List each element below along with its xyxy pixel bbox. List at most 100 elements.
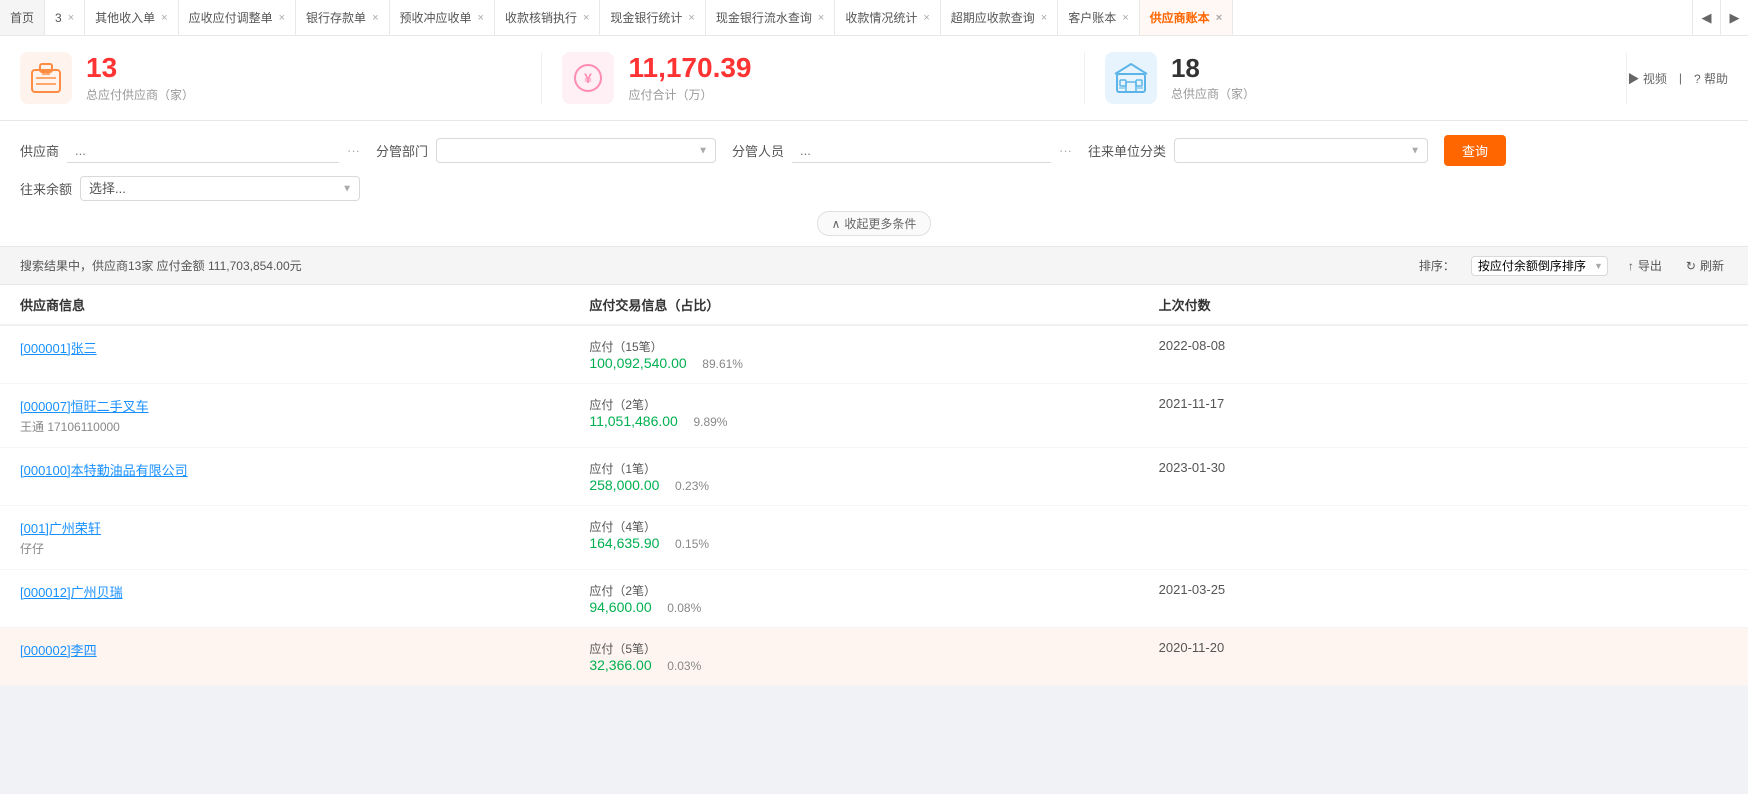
export-button[interactable]: ↑ 导出 xyxy=(1624,255,1666,276)
nav-tab-3[interactable]: 3 × xyxy=(45,0,85,36)
play-icon: ▶ xyxy=(1627,72,1639,86)
nav-tab-cash-bank-stat-close[interactable]: × xyxy=(688,12,694,24)
nav-tab-supplier-account[interactable]: 供应商账本 × xyxy=(1140,0,1233,36)
tx-label-001: 应付（4笔） xyxy=(589,518,1158,535)
nav-tab-supplier-account-close[interactable]: × xyxy=(1216,12,1222,24)
stat-number-ap-suppliers: 13 xyxy=(86,54,194,82)
supplier-link-000012[interactable]: [000012]广州贝瑞 xyxy=(20,585,123,600)
last-pay-date-000012: 2021-03-25 xyxy=(1159,582,1226,597)
table-row: [001]广州荣轩 仔仔 应付（4笔） 164,635.90 0.15% xyxy=(0,506,1748,570)
supplier-dots-icon[interactable]: ··· xyxy=(347,143,360,158)
nav-tab-other-income[interactable]: 其他收入单 × xyxy=(85,0,178,36)
tx-amount-000007: 11,051,486.00 xyxy=(589,413,678,429)
nav-tab-cash-bank-flow-close[interactable]: × xyxy=(818,12,824,24)
sort-label: 排序： xyxy=(1419,257,1455,274)
th-supplier-info: 供应商信息 xyxy=(20,295,589,314)
nav-tab-overdue-close[interactable]: × xyxy=(1041,12,1047,24)
tx-amount-row-000002: 32,366.00 0.03% xyxy=(589,657,1158,673)
table-row: [000001]张三 应付（15笔） 100,092,540.00 89.61%… xyxy=(0,326,1748,384)
person-dots-icon[interactable]: ··· xyxy=(1059,143,1072,158)
supplier-link-000100[interactable]: [000100]本特勤油品有限公司 xyxy=(20,463,188,478)
filter-area: 供应商 ··· 分管部门 分管人员 ··· 往来单位分类 xyxy=(0,121,1748,247)
stat-label-ap-amount: 应付合计（万） xyxy=(628,86,751,103)
nav-tab-cash-bank-flow[interactable]: 现金银行流水查询 × xyxy=(706,0,835,36)
filter-item-balance: 往来余额 选择... xyxy=(20,176,360,201)
help-link[interactable]: ? 帮助 xyxy=(1694,70,1728,87)
nav-tab-bank-deposit[interactable]: 银行存款单 × xyxy=(296,0,389,36)
nav-tab-collection-exec-close[interactable]: × xyxy=(583,12,589,24)
stat-label-total-suppliers: 总供应商（家） xyxy=(1171,85,1255,102)
stat-number-total-suppliers: 18 xyxy=(1171,55,1255,81)
search-button[interactable]: 查询 xyxy=(1444,135,1506,166)
nav-tab-collection-stat[interactable]: 收款情况统计 × xyxy=(835,0,940,36)
supplier-link-000002[interactable]: [000002]李四 xyxy=(20,643,97,658)
stat-number-ap-amount: 11,170.39 xyxy=(628,54,751,82)
nav-tab-ap-adjust[interactable]: 应收应付调整单 × xyxy=(179,0,296,36)
nav-tab-other-income-label: 其他收入单 xyxy=(95,9,155,26)
refresh-icon: ↻ xyxy=(1686,259,1696,273)
video-link[interactable]: ▶ 视频 xyxy=(1627,70,1666,87)
nav-tab-collection-exec[interactable]: 收款核销执行 × xyxy=(495,0,600,36)
supplier-filter-input[interactable] xyxy=(67,139,339,163)
supplier-link-000007[interactable]: [000007]恒旺二手叉车 xyxy=(20,399,149,414)
store-icon xyxy=(1113,60,1149,96)
sort-select[interactable]: 按应付余额倒序排序 按应付余额正序排序 按名称排序 xyxy=(1471,256,1608,276)
tx-label-000007: 应付（2笔） xyxy=(589,396,1158,413)
tx-amount-000012: 94,600.00 xyxy=(589,599,651,615)
nav-tab-collection-stat-close[interactable]: × xyxy=(923,12,929,24)
nav-tab-home-label: 首页 xyxy=(10,9,34,26)
dept-select-wrapper xyxy=(436,138,716,163)
nav-prev-arrow[interactable]: ◀ xyxy=(1692,0,1720,36)
collapse-label: 收起更多条件 xyxy=(844,215,916,232)
tx-cell-000100: 应付（1笔） 258,000.00 0.23% xyxy=(589,460,1158,493)
stat-info-ap-amount: 11,170.39 应付合计（万） xyxy=(628,54,751,103)
balance-filter-select[interactable]: 选择... xyxy=(80,176,360,201)
tx-cell-000012: 应付（2笔） 94,600.00 0.08% xyxy=(589,582,1158,615)
filter-item-supplier: 供应商 ··· xyxy=(20,139,360,163)
last-pay-cell-000100: 2023-01-30 xyxy=(1159,460,1728,475)
nav-tab-cash-bank-stat[interactable]: 现金银行统计 × xyxy=(600,0,705,36)
stat-icon-ap-suppliers xyxy=(20,52,72,104)
nav-tab-3-close[interactable]: × xyxy=(68,12,74,24)
result-summary: 搜索结果中，供应商13家 应付金额 111,703,854.00元 xyxy=(20,257,302,274)
supplier-filter-label: 供应商 xyxy=(20,141,59,160)
stats-bar: 13 总应付供应商（家） ¥ 11,170.39 应付合计（万） xyxy=(0,36,1748,121)
nav-tab-prepay-close[interactable]: × xyxy=(478,12,484,24)
supplier-link-000001[interactable]: [000001]张三 xyxy=(20,341,97,356)
category-filter-select[interactable] xyxy=(1174,138,1428,163)
nav-next-arrow[interactable]: ▶ xyxy=(1720,0,1748,36)
collapse-button[interactable]: ∧ 收起更多条件 xyxy=(817,211,932,236)
nav-tab-other-income-close[interactable]: × xyxy=(161,12,167,24)
nav-tab-home[interactable]: 首页 xyxy=(0,0,45,36)
nav-tab-ap-adjust-label: 应收应付调整单 xyxy=(189,9,273,26)
top-right-links: ▶ 视频 | ? 帮助 xyxy=(1627,70,1728,87)
table-body: [000001]张三 应付（15笔） 100,092,540.00 89.61%… xyxy=(0,326,1748,686)
top-navigation: 首页 3 × 其他收入单 × 应收应付调整单 × 银行存款单 × 预收冲应收单 … xyxy=(0,0,1748,36)
dept-filter-select[interactable] xyxy=(436,138,716,163)
collapse-arrow-icon: ∧ xyxy=(832,217,841,231)
supplier-cell-000001: [000001]张三 xyxy=(20,338,589,357)
nav-tab-customer-account-close[interactable]: × xyxy=(1122,12,1128,24)
last-pay-date-000100: 2023-01-30 xyxy=(1159,460,1226,475)
tx-label-000001: 应付（15笔） xyxy=(589,338,1158,355)
table-row: [000100]本特勤油品有限公司 应付（1笔） 258,000.00 0.23… xyxy=(0,448,1748,506)
supplier-cell-001: [001]广州荣轩 仔仔 xyxy=(20,518,589,557)
nav-tab-overdue[interactable]: 超期应收款查询 × xyxy=(941,0,1058,36)
nav-tab-bank-deposit-close[interactable]: × xyxy=(372,12,378,24)
tx-amount-000001: 100,092,540.00 xyxy=(589,355,686,371)
nav-tab-prepay[interactable]: 预收冲应收单 × xyxy=(390,0,495,36)
supplier-link-001[interactable]: [001]广州荣轩 xyxy=(20,521,101,536)
stat-icon-total-suppliers xyxy=(1105,52,1157,104)
filter-item-category: 往来单位分类 xyxy=(1088,138,1428,163)
person-filter-input[interactable] xyxy=(792,139,1051,163)
nav-tab-ap-adjust-close[interactable]: × xyxy=(279,12,285,24)
refresh-button[interactable]: ↻ 刷新 xyxy=(1682,255,1728,276)
nav-tab-customer-account[interactable]: 客户账本 × xyxy=(1058,0,1139,36)
last-pay-cell-000012: 2021-03-25 xyxy=(1159,582,1728,597)
stat-block-ap-suppliers: 13 总应付供应商（家） xyxy=(20,52,542,104)
tx-amount-001: 164,635.90 xyxy=(589,535,659,551)
nav-tab-cash-bank-flow-label: 现金银行流水查询 xyxy=(716,9,812,26)
nav-tab-bank-deposit-label: 银行存款单 xyxy=(306,9,366,26)
supplier-cell-000100: [000100]本特勤油品有限公司 xyxy=(20,460,589,479)
table-header: 供应商信息 应付交易信息（占比） 上次付数 xyxy=(0,285,1748,326)
